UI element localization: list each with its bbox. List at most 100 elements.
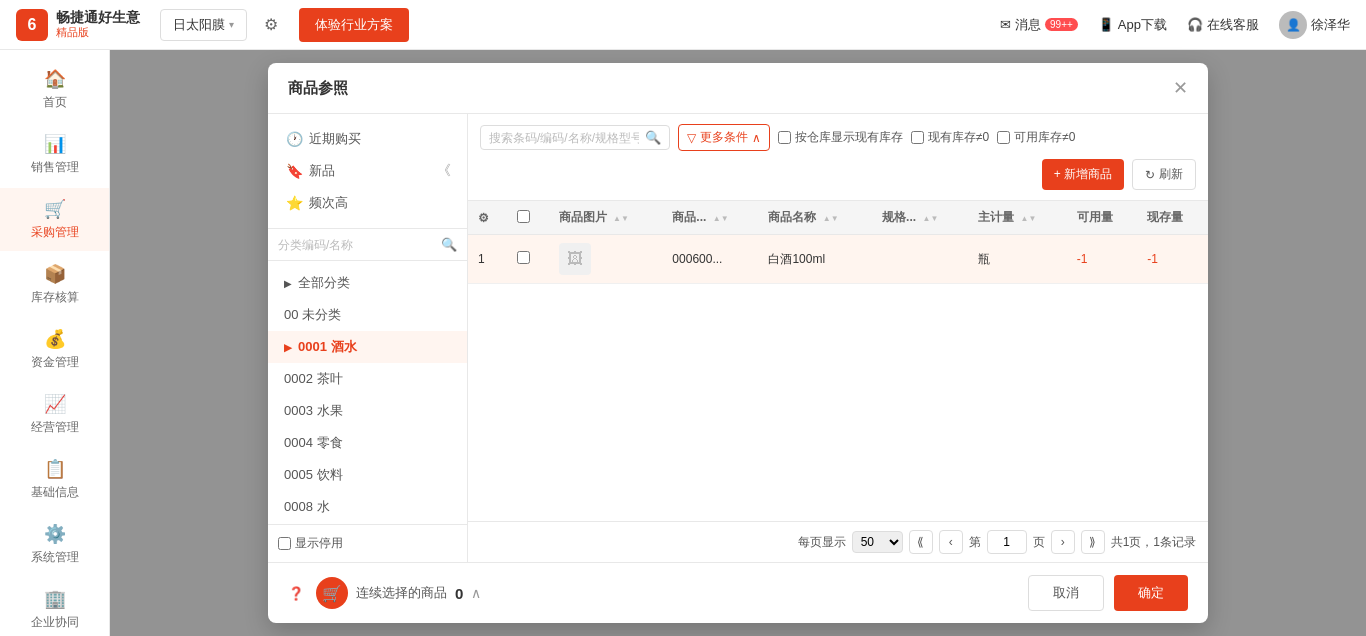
- nonzero-stock-checkbox[interactable]: [911, 131, 924, 144]
- user-profile[interactable]: 👤 徐泽华: [1279, 11, 1350, 39]
- help-icon[interactable]: ❓: [288, 586, 304, 601]
- warehouse-stock-checkbox[interactable]: [778, 131, 791, 144]
- collapse-cart-icon[interactable]: ∧: [471, 585, 481, 601]
- quick-filter-label: 频次高: [309, 194, 348, 212]
- quick-filter-frequent[interactable]: ⭐ 频次高: [278, 188, 431, 218]
- brand-sub: 精品版: [56, 25, 140, 40]
- search-icon[interactable]: 🔍: [441, 237, 457, 252]
- col-unit[interactable]: 主计量 ▲▼: [968, 201, 1067, 235]
- app-download-item[interactable]: 📱 App下载: [1098, 16, 1167, 34]
- quick-filter-label: 近期购买: [309, 130, 361, 148]
- row-image: 🖼: [549, 235, 663, 284]
- page-size-select[interactable]: 50 100 200: [852, 531, 903, 553]
- prev-page-button[interactable]: ‹: [939, 530, 963, 554]
- more-filter-button[interactable]: ▽ 更多条件 ∧: [678, 124, 770, 151]
- cart-icon[interactable]: 🛒: [316, 577, 348, 609]
- category-0002[interactable]: 0002 茶叶: [268, 363, 467, 395]
- quick-filter-label: 新品: [309, 162, 335, 180]
- sidebar-item-purchase[interactable]: 🛒 采购管理: [0, 188, 109, 251]
- total-info: 共1页，1条记录: [1111, 534, 1196, 551]
- last-page-button[interactable]: ⟫: [1081, 530, 1105, 554]
- sidebar-item-label: 销售管理: [31, 159, 79, 176]
- sidebar-item-system[interactable]: ⚙️ 系统管理: [0, 513, 109, 576]
- product-search-box: 🔍: [480, 125, 670, 150]
- category-0003[interactable]: 0003 水果: [268, 395, 467, 427]
- col-name[interactable]: 商品名称 ▲▼: [758, 201, 872, 235]
- nav-selector[interactable]: 日太阳膜 ▾: [160, 9, 247, 41]
- category-all[interactable]: ▶ 全部分类: [268, 267, 467, 299]
- enterprise-icon: 🏢: [44, 588, 66, 610]
- sidebar-item-operation[interactable]: 📈 经营管理: [0, 383, 109, 446]
- category-00[interactable]: 00 未分类: [268, 299, 467, 331]
- select-all-checkbox[interactable]: [517, 210, 530, 223]
- warehouse-stock-filter[interactable]: 按仓库显示现有库存: [778, 129, 903, 146]
- new-icon: 🔖: [286, 163, 303, 179]
- modal-body: 🕐 近期购买 🔖 新品 ⭐ 频次高: [268, 114, 1208, 562]
- col-checkbox[interactable]: [507, 201, 549, 235]
- basic-icon: 📋: [44, 458, 66, 480]
- modal-right-panel: 🔍 ▽ 更多条件 ∧ 按仓库显示现有库存: [468, 114, 1208, 562]
- table-row[interactable]: 1 🖼 000600... 白酒100ml 瓶: [468, 235, 1208, 284]
- modal-overlay: 商品参照 ✕ 🕐 近期购买: [110, 50, 1366, 636]
- available-stock-filter[interactable]: 可用库存≠0: [997, 129, 1075, 146]
- col-image[interactable]: 商品图片 ▲▼: [549, 201, 663, 235]
- sidebar-item-label: 基础信息: [31, 484, 79, 501]
- row-available: -1: [1067, 235, 1138, 284]
- sales-icon: 📊: [44, 133, 66, 155]
- clock-icon: 🕐: [286, 131, 303, 147]
- available-stock-checkbox[interactable]: [997, 131, 1010, 144]
- first-page-button[interactable]: ⟪: [909, 530, 933, 554]
- page-number-input[interactable]: [987, 530, 1027, 554]
- nonzero-stock-filter[interactable]: 现有库存≠0: [911, 129, 989, 146]
- confirm-button[interactable]: 确定: [1114, 575, 1188, 611]
- quick-filter-new[interactable]: 🔖 新品: [278, 156, 431, 186]
- next-page-button[interactable]: ›: [1051, 530, 1075, 554]
- collapse-panel-button[interactable]: 《: [431, 156, 457, 186]
- user-name: 徐泽华: [1311, 16, 1350, 34]
- sidebar-item-inventory[interactable]: 📦 库存核算: [0, 253, 109, 316]
- category-search-input[interactable]: [278, 238, 435, 252]
- sidebar-item-home[interactable]: 🏠 首页: [0, 58, 109, 121]
- sidebar-item-sales[interactable]: 📊 销售管理: [0, 123, 109, 186]
- app-download-label: App下载: [1118, 16, 1167, 34]
- category-0008[interactable]: 0008 水: [268, 491, 467, 523]
- sidebar-item-finance[interactable]: 💰 资金管理: [0, 318, 109, 381]
- cancel-button[interactable]: 取消: [1028, 575, 1104, 611]
- show-disabled-label[interactable]: 显示停用: [278, 535, 343, 552]
- triangle-right-icon: ▶: [284, 342, 292, 353]
- home-icon: 🏠: [44, 68, 66, 90]
- show-disabled-checkbox[interactable]: [278, 537, 291, 550]
- category-0001[interactable]: ▶ 0001 酒水: [268, 331, 467, 363]
- sidebar-item-enterprise[interactable]: 🏢 企业协同: [0, 578, 109, 636]
- purchase-icon: 🛒: [44, 198, 66, 220]
- category-0005[interactable]: 0005 饮料: [268, 459, 467, 491]
- sidebar-item-basic[interactable]: 📋 基础信息: [0, 448, 109, 511]
- avatar: 👤: [1279, 11, 1307, 39]
- refresh-button[interactable]: ↻ 刷新: [1132, 159, 1196, 190]
- col-settings[interactable]: ⚙: [468, 201, 507, 235]
- modal-title: 商品参照: [288, 79, 348, 98]
- system-icon: ⚙️: [44, 523, 66, 545]
- modal-header: 商品参照 ✕: [268, 63, 1208, 114]
- gear-button[interactable]: ⚙: [255, 9, 287, 41]
- search-icon[interactable]: 🔍: [645, 130, 661, 145]
- category-0004[interactable]: 0004 零食: [268, 427, 467, 459]
- online-service-item[interactable]: 🎧 在线客服: [1187, 16, 1259, 34]
- col-stock[interactable]: 现存量: [1137, 201, 1208, 235]
- col-code[interactable]: 商品... ▲▼: [662, 201, 758, 235]
- experience-button[interactable]: 体验行业方案: [299, 8, 409, 42]
- messages-nav-item[interactable]: ✉ 消息 99++: [1000, 16, 1078, 34]
- sidebar-item-label: 采购管理: [31, 224, 79, 241]
- quick-filter-recent[interactable]: 🕐 近期购买: [278, 124, 431, 154]
- category-name: 全部分类: [298, 274, 350, 292]
- refresh-icon: ↻: [1145, 168, 1155, 182]
- col-spec[interactable]: 规格... ▲▼: [872, 201, 968, 235]
- row-checkbox[interactable]: [507, 235, 549, 284]
- product-search-input[interactable]: [489, 131, 639, 145]
- brand-name: 畅捷通好生意: [56, 9, 140, 26]
- category-name: 0001 酒水: [298, 338, 357, 356]
- category-search: 🔍: [268, 229, 467, 261]
- col-available[interactable]: 可用量: [1067, 201, 1138, 235]
- add-product-button[interactable]: + 新增商品: [1042, 159, 1124, 190]
- close-icon[interactable]: ✕: [1173, 77, 1188, 99]
